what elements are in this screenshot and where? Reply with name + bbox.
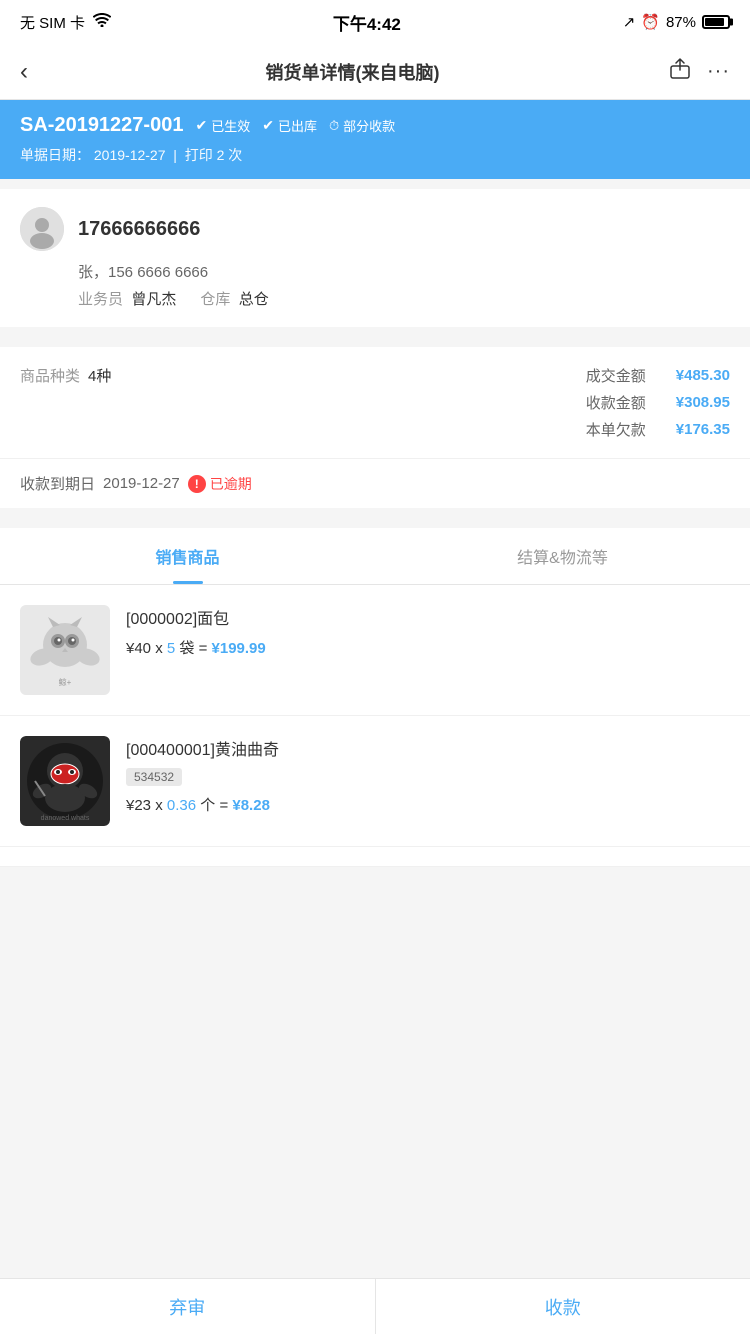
overdue-date: 2019-12-27 <box>103 475 180 492</box>
status-shipped: ✔ 已出库 <box>262 116 317 135</box>
svg-text:鲸+: 鲸+ <box>59 677 72 687</box>
customer-name: 17666666666 <box>78 218 200 241</box>
transaction-value: ¥485.30 <box>676 367 730 384</box>
received-label: 收款金额 <box>586 392 646 413</box>
carrier-label: 无 SIM 卡 <box>20 12 85 33</box>
svg-text:danowed whats: danowed whats <box>41 815 90 822</box>
debt-label: 本单欠款 <box>586 419 646 440</box>
product-name-1: [0000002]面包 <box>126 605 730 629</box>
nav-actions: ··· <box>669 58 730 86</box>
product-price-2: ¥23 x 0.36 个 = ¥8.28 <box>126 794 730 815</box>
wifi-icon <box>93 13 111 31</box>
category-value: 4种 <box>88 365 111 386</box>
product-info-1: [0000002]面包 ¥40 x 5 袋 = ¥199.99 <box>126 605 730 658</box>
tab-settlement[interactable]: 结算&物流等 <box>375 528 750 584</box>
product-item-2: danowed whats [000400001]黄油曲奇 534532 ¥23… <box>0 716 750 847</box>
product-thumb-1: 鲸+ <box>20 605 110 695</box>
product-thumb-2: danowed whats <box>20 736 110 826</box>
back-button[interactable]: ‹ <box>20 50 36 94</box>
order-id: SA-20191227-001 <box>20 114 183 137</box>
page-title: 销货单详情(来自电脑) <box>36 59 669 85</box>
overdue-section: 收款到期日 2019-12-27 ! 已逾期 <box>0 458 750 508</box>
stats-section: 商品种类 4种 成交金额 ¥485.30 收款金额 ¥308.95 本单欠款 ¥… <box>0 347 750 458</box>
divider-2 <box>0 508 750 518</box>
product-item-1: 鲸+ [0000002]面包 ¥40 x 5 袋 = ¥199.99 <box>0 585 750 716</box>
nav-bar: ‹ 销货单详情(来自电脑) ··· <box>0 44 750 100</box>
toolbar-spacer <box>0 867 750 937</box>
sales-value: 曾凡杰 <box>131 291 176 308</box>
battery-icon <box>702 15 730 29</box>
overdue-label: 收款到期日 <box>20 473 95 494</box>
location-icon: ↗ <box>623 13 636 31</box>
status-time: 下午4:42 <box>333 10 401 35</box>
product-name-2: [000400001]黄油曲奇 <box>126 736 730 760</box>
customer-phone: 张，156 6666 6666 <box>20 261 730 282</box>
sales-label: 业务员 <box>78 291 123 308</box>
share-button[interactable] <box>669 58 691 86</box>
divider-1 <box>0 327 750 337</box>
tab-products[interactable]: 销售商品 <box>0 528 375 584</box>
product-item-partial <box>0 847 750 867</box>
product-price-1: ¥40 x 5 袋 = ¥199.99 <box>126 637 730 658</box>
overdue-dot-icon: ! <box>188 475 206 493</box>
alarm-icon: ⏰ <box>641 13 660 31</box>
transaction-label: 成交金额 <box>586 365 646 386</box>
battery-percent: 87% <box>666 14 696 31</box>
order-date-info: 单据日期： 2019-12-27 | 打印 2 次 <box>20 145 730 165</box>
more-button[interactable]: ··· <box>707 60 730 83</box>
status-left: 无 SIM 卡 <box>20 12 111 33</box>
status-effective: ✔ 已生效 <box>195 116 250 135</box>
warehouse-label: 仓库 <box>200 291 230 308</box>
product-info-2: [000400001]黄油曲奇 534532 ¥23 x 0.36 个 = ¥8… <box>126 736 730 815</box>
order-header: SA-20191227-001 ✔ 已生效 ✔ 已出库 ⏱ 部分收款 单据日期：… <box>0 100 750 179</box>
status-bar: 无 SIM 卡 下午4:42 ↗ ⏰ 87% <box>0 0 750 44</box>
collect-payment-button[interactable]: 收款 <box>376 1279 750 1334</box>
customer-section: 17666666666 张，156 6666 6666 业务员 曾凡杰 仓库 总… <box>0 189 750 327</box>
category-label: 商品种类 <box>20 365 80 386</box>
product-list: 鲸+ [0000002]面包 ¥40 x 5 袋 = ¥199.99 <box>0 585 750 867</box>
status-right: ↗ ⏰ 87% <box>623 13 730 31</box>
bottom-toolbar: 弃审 收款 <box>0 1278 750 1334</box>
product-sku-2: 534532 <box>126 768 182 786</box>
received-value: ¥308.95 <box>676 394 730 411</box>
cancel-audit-button[interactable]: 弃审 <box>0 1279 376 1334</box>
debt-value: ¥176.35 <box>676 421 730 438</box>
avatar <box>20 207 64 251</box>
status-partial: ⏱ 部分收款 <box>329 116 395 135</box>
customer-meta: 业务员 曾凡杰 仓库 总仓 <box>20 288 730 309</box>
tabs-section[interactable]: 销售商品 结算&物流等 <box>0 528 750 585</box>
overdue-badge: ! 已逾期 <box>188 474 252 494</box>
warehouse-value: 总仓 <box>239 291 269 308</box>
